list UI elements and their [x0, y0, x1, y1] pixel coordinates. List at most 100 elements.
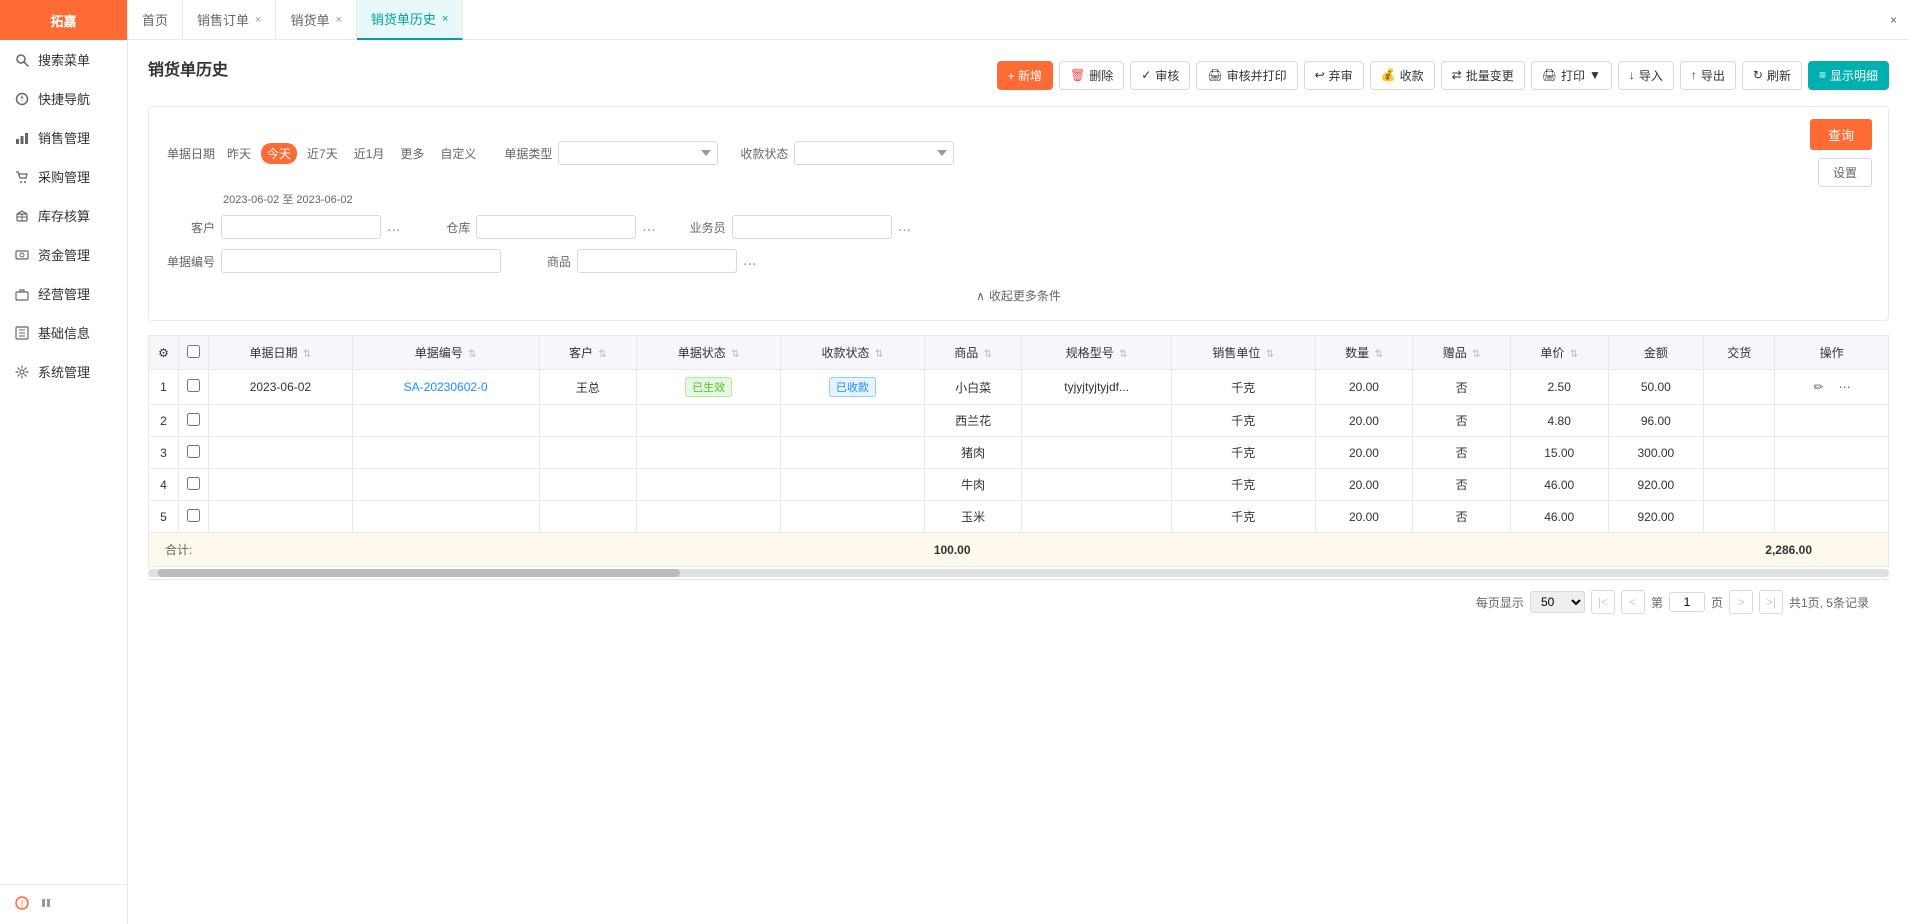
- prev-page-btn[interactable]: <: [1621, 590, 1645, 614]
- tab-sales-goods-close[interactable]: ×: [335, 14, 341, 26]
- sort-gift-icon[interactable]: ⇅: [1472, 349, 1480, 360]
- collect-btn[interactable]: 💰 收款: [1370, 61, 1435, 90]
- col-qty[interactable]: 数量 ⇅: [1315, 336, 1413, 370]
- sidebar-item-operations-mgmt[interactable]: 经营管理: [0, 274, 127, 313]
- tab-sales-history[interactable]: 销货单历史 ×: [357, 0, 463, 40]
- col-gear[interactable]: ⚙: [149, 336, 179, 370]
- sidebar-item-purchase-mgmt[interactable]: 采购管理: [0, 157, 127, 196]
- filter-doc-type-select[interactable]: [558, 141, 718, 165]
- tab-sales-order[interactable]: 销售订单 ×: [183, 0, 276, 40]
- col-unit-price[interactable]: 单价 ⇅: [1510, 336, 1608, 370]
- row-gift: 否: [1413, 370, 1511, 405]
- date-tab-custom[interactable]: 自定义: [434, 143, 482, 164]
- col-goods[interactable]: 商品 ⇅: [924, 336, 1022, 370]
- sort-doc-date-icon[interactable]: ⇅: [303, 349, 311, 360]
- sort-qty-icon[interactable]: ⇅: [1374, 349, 1382, 360]
- filter-customer-dots[interactable]: ...: [387, 218, 400, 236]
- notification-icon[interactable]: !: [14, 895, 30, 914]
- select-all-checkbox[interactable]: [187, 345, 200, 358]
- page-number-input[interactable]: [1669, 592, 1705, 612]
- filter-salesman-dots[interactable]: ...: [898, 218, 911, 236]
- edit-icon[interactable]: ✏: [1809, 377, 1829, 397]
- show-detail-btn[interactable]: ≡ 显示明细: [1808, 61, 1889, 90]
- new-btn[interactable]: + 新增: [997, 61, 1053, 90]
- pause-icon[interactable]: [38, 895, 54, 914]
- row-checkbox[interactable]: [187, 445, 200, 458]
- col-gift[interactable]: 赠品 ⇅: [1413, 336, 1511, 370]
- next-page-btn[interactable]: >: [1729, 590, 1753, 614]
- sort-collect-status-icon[interactable]: ⇅: [875, 349, 883, 360]
- sidebar-item-quick-nav[interactable]: 快捷导航: [0, 79, 127, 118]
- sort-goods-icon[interactable]: ⇅: [984, 349, 992, 360]
- first-page-btn[interactable]: |<: [1591, 590, 1615, 614]
- col-sales-unit[interactable]: 销售单位 ⇅: [1171, 336, 1315, 370]
- audit-print-btn[interactable]: 🖨 审核并打印: [1196, 61, 1297, 90]
- row-doc-status: [637, 405, 781, 437]
- date-tab-yesterday[interactable]: 昨天: [221, 143, 257, 164]
- row-goods: 西兰花: [924, 405, 1022, 437]
- row-checkbox-cell: [179, 405, 209, 437]
- tab-home[interactable]: 首页: [128, 0, 183, 40]
- sidebar-item-search-menu[interactable]: 搜索菜单: [0, 40, 127, 79]
- delete-btn[interactable]: 🗑 删除: [1059, 61, 1124, 90]
- audit-btn[interactable]: ✓ 审核: [1130, 61, 1190, 90]
- col-spec[interactable]: 规格型号 ⇅: [1022, 336, 1171, 370]
- row-doc-date: [209, 469, 353, 501]
- tab-sales-order-close[interactable]: ×: [255, 14, 261, 26]
- table-row: 4牛肉千克20.00否46.00920.00: [149, 469, 1889, 501]
- sort-unit-price-icon[interactable]: ⇅: [1570, 349, 1578, 360]
- sidebar-item-basic-info[interactable]: 基础信息: [0, 313, 127, 352]
- doc-no-link[interactable]: SA-20230602-0: [404, 380, 488, 394]
- filter-salesman-input[interactable]: [732, 215, 892, 239]
- row-transaction: [1704, 501, 1775, 533]
- col-collect-status[interactable]: 收款状态 ⇅: [780, 336, 924, 370]
- tab-sales-history-close[interactable]: ×: [442, 13, 448, 25]
- print-btn[interactable]: 🖨 打印 ▼: [1531, 61, 1612, 90]
- filter-collect-status-select[interactable]: [794, 141, 954, 165]
- row-checkbox[interactable]: [187, 379, 200, 392]
- import-btn[interactable]: ↓ 导入: [1618, 61, 1674, 90]
- sidebar-item-inventory[interactable]: 库存核算: [0, 196, 127, 235]
- filter-goods-dots[interactable]: ...: [743, 252, 756, 270]
- settings-btn[interactable]: 设置: [1818, 158, 1872, 187]
- col-doc-no[interactable]: 单据编号 ⇅: [352, 336, 539, 370]
- sidebar-item-finance-mgmt[interactable]: 资金管理: [0, 235, 127, 274]
- date-tab-7days[interactable]: 近7天: [301, 143, 344, 164]
- date-tab-more[interactable]: 更多: [394, 143, 430, 164]
- col-doc-status[interactable]: 单据状态 ⇅: [637, 336, 781, 370]
- sort-sales-unit-icon[interactable]: ⇅: [1266, 349, 1274, 360]
- filter-customer-input[interactable]: [221, 215, 381, 239]
- row-checkbox[interactable]: [187, 413, 200, 426]
- collapse-btn[interactable]: ∧ 收起更多条件: [165, 283, 1872, 308]
- tab-sales-goods[interactable]: 销货单 ×: [276, 0, 356, 40]
- filter-warehouse-input[interactable]: [476, 215, 636, 239]
- sort-customer-icon[interactable]: ⇅: [598, 349, 606, 360]
- export-btn[interactable]: ↑ 导出: [1680, 61, 1736, 90]
- row-checkbox[interactable]: [187, 509, 200, 522]
- col-transaction[interactable]: 交货: [1704, 336, 1775, 370]
- filter-doc-no-input[interactable]: [221, 249, 501, 273]
- batch-change-btn[interactable]: ⇄ 批量变更: [1441, 61, 1525, 90]
- sidebar-item-sys-mgmt[interactable]: 系统管理: [0, 352, 127, 391]
- filter-goods-input[interactable]: [577, 249, 737, 273]
- more-icon[interactable]: ⋯: [1835, 377, 1855, 397]
- sort-spec-icon[interactable]: ⇅: [1119, 349, 1127, 360]
- query-btn[interactable]: 查询: [1810, 119, 1872, 150]
- date-tab-today[interactable]: 今天: [261, 143, 297, 164]
- refresh-btn[interactable]: ↻ 刷新: [1742, 61, 1802, 90]
- sidebar-item-sales-mgmt[interactable]: 销售管理: [0, 118, 127, 157]
- col-customer[interactable]: 客户 ⇅: [539, 336, 637, 370]
- date-tab-1month[interactable]: 近1月: [348, 143, 391, 164]
- per-page-select[interactable]: 50 100 200: [1530, 591, 1585, 613]
- sort-doc-no-icon[interactable]: ⇅: [468, 349, 476, 360]
- col-checkbox[interactable]: [179, 336, 209, 370]
- sort-doc-status-icon[interactable]: ⇅: [731, 349, 739, 360]
- table-gear-icon[interactable]: ⚙: [158, 346, 169, 360]
- abandon-btn[interactable]: ↩ 弃审: [1304, 61, 1364, 90]
- last-page-btn[interactable]: >|: [1759, 590, 1783, 614]
- filter-warehouse-dots[interactable]: ...: [642, 218, 655, 236]
- row-checkbox[interactable]: [187, 477, 200, 490]
- tab-close-all-btn[interactable]: ×: [1878, 13, 1909, 27]
- col-amount[interactable]: 金额: [1608, 336, 1704, 370]
- col-doc-date[interactable]: 单据日期 ⇅: [209, 336, 353, 370]
